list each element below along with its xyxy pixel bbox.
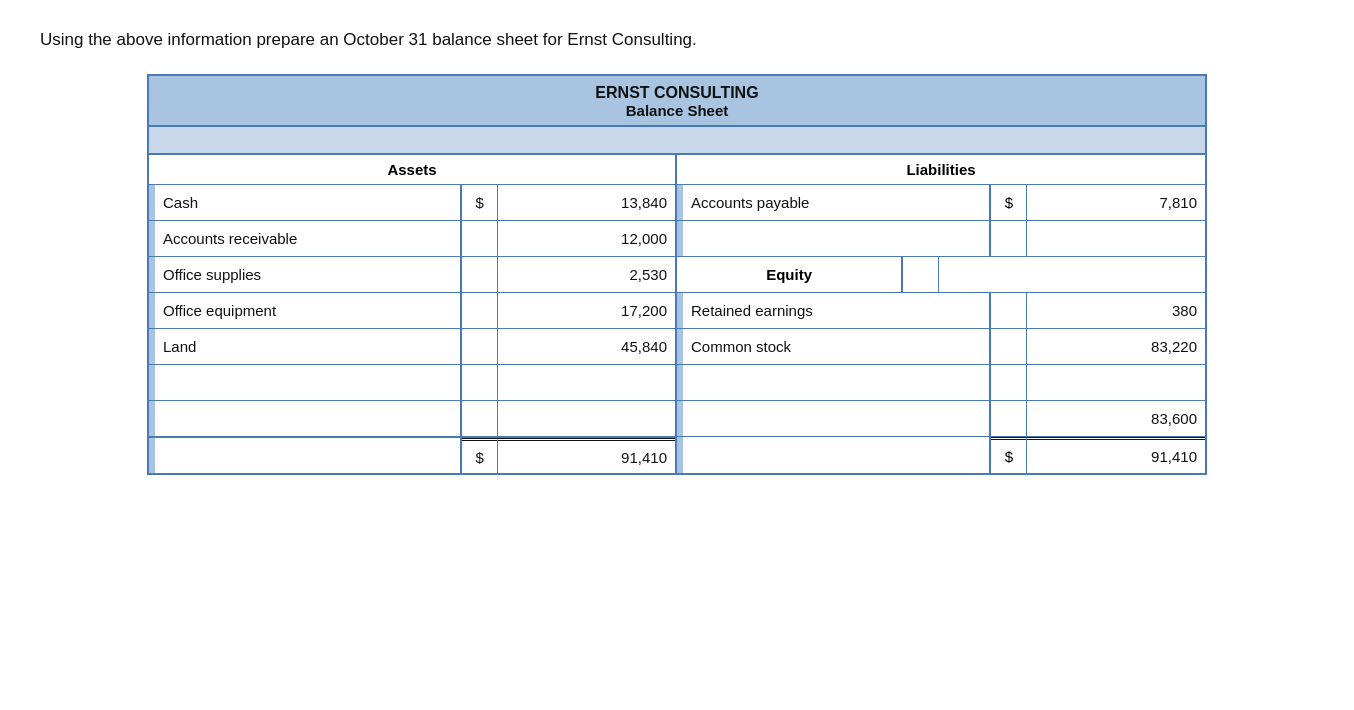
assets-total-dollar: $: [462, 438, 498, 473]
asset-amount-1: 12,000: [498, 221, 675, 256]
liab-total-dollar: $: [991, 437, 1027, 473]
intro-text: Using the above information prepare an O…: [40, 30, 1314, 50]
table-row: [677, 365, 1205, 401]
asset-label-1: Accounts receivable: [149, 221, 462, 256]
liab-amount-1: [1027, 221, 1205, 256]
sheet-title: Balance Sheet: [153, 102, 1201, 119]
table-row: [149, 401, 675, 437]
equity-amount-0: 380: [1027, 293, 1205, 328]
assets-header-section: Assets: [149, 155, 677, 184]
equity-amount-2: [1027, 365, 1205, 400]
bs-header: ERNST CONSULTING Balance Sheet: [149, 76, 1205, 127]
table-row: Accounts payable $ 7,810: [677, 185, 1205, 221]
liab-dollar-1: [991, 221, 1027, 256]
asset-amount-6: [498, 401, 675, 436]
table-row: [149, 365, 675, 401]
asset-dollar-2: [462, 257, 498, 292]
table-row: Office supplies 2,530: [149, 257, 675, 293]
bs-subheader: [149, 127, 1205, 155]
company-name: ERNST CONSULTING: [153, 84, 1201, 102]
table-row: Land 45,840: [149, 329, 675, 365]
equity-subtotal-dollar: [991, 401, 1027, 436]
equity-header-amount: [939, 257, 1205, 292]
assets-col-header: Assets: [149, 155, 675, 184]
equity-label-2: [677, 365, 991, 400]
table-row: Common stock 83,220: [677, 329, 1205, 365]
table-row: Retained earnings 380: [677, 293, 1205, 329]
assets-total-amount: 91,410: [498, 438, 675, 473]
liabilities-col-header: Liabilities: [677, 155, 1205, 184]
liab-amount-0: 7,810: [1027, 185, 1205, 220]
bs-body: Cash $ 13,840 Accounts receivable 12,000…: [149, 185, 1205, 473]
asset-dollar-4: [462, 329, 498, 364]
asset-dollar-1: [462, 221, 498, 256]
col-headers: Assets Liabilities: [149, 155, 1205, 185]
balance-sheet: ERNST CONSULTING Balance Sheet Assets Li…: [147, 74, 1207, 475]
table-row: Office equipment 17,200: [149, 293, 675, 329]
asset-label-6: [149, 401, 462, 436]
liabilities-header-section: Liabilities: [677, 155, 1205, 184]
equity-subtotal-row: 83,600: [677, 401, 1205, 437]
asset-label-4: Land: [149, 329, 462, 364]
liabilities-total-row: $ 91,410: [677, 437, 1205, 473]
liab-dollar-0: $: [991, 185, 1027, 220]
equity-subtotal-amount: 83,600: [1027, 401, 1205, 436]
asset-label-2: Office supplies: [149, 257, 462, 292]
equity-dollar-2: [991, 365, 1027, 400]
equity-header: Equity: [677, 257, 903, 292]
liabilities-column: Accounts payable $ 7,810 Equity Retained…: [677, 185, 1205, 473]
equity-dollar-0: [991, 293, 1027, 328]
asset-amount-5: [498, 365, 675, 400]
assets-column: Cash $ 13,840 Accounts receivable 12,000…: [149, 185, 677, 473]
table-row: [677, 221, 1205, 257]
asset-dollar-0: $: [462, 185, 498, 220]
equity-label-0: Retained earnings: [677, 293, 991, 328]
table-row: Accounts receivable 12,000: [149, 221, 675, 257]
asset-label-0: Cash: [149, 185, 462, 220]
table-row: Cash $ 13,840: [149, 185, 675, 221]
equity-subtotal-label: [677, 401, 991, 436]
asset-amount-2: 2,530: [498, 257, 675, 292]
asset-label-3: Office equipment: [149, 293, 462, 328]
asset-dollar-3: [462, 293, 498, 328]
liab-label-0: Accounts payable: [677, 185, 991, 220]
equity-amount-1: 83,220: [1027, 329, 1205, 364]
assets-total-row: $ 91,410: [149, 437, 675, 473]
table-row: Equity: [677, 257, 1205, 293]
asset-amount-3: 17,200: [498, 293, 675, 328]
asset-label-5: [149, 365, 462, 400]
assets-total-label: [149, 438, 462, 473]
liab-total-label: [677, 437, 991, 473]
equity-header-dollar: [903, 257, 939, 292]
asset-dollar-5: [462, 365, 498, 400]
liab-label-1: [677, 221, 991, 256]
equity-dollar-1: [991, 329, 1027, 364]
asset-amount-4: 45,840: [498, 329, 675, 364]
asset-amount-0: 13,840: [498, 185, 675, 220]
equity-label-1: Common stock: [677, 329, 991, 364]
asset-dollar-6: [462, 401, 498, 436]
liab-total-amount: 91,410: [1027, 437, 1205, 473]
